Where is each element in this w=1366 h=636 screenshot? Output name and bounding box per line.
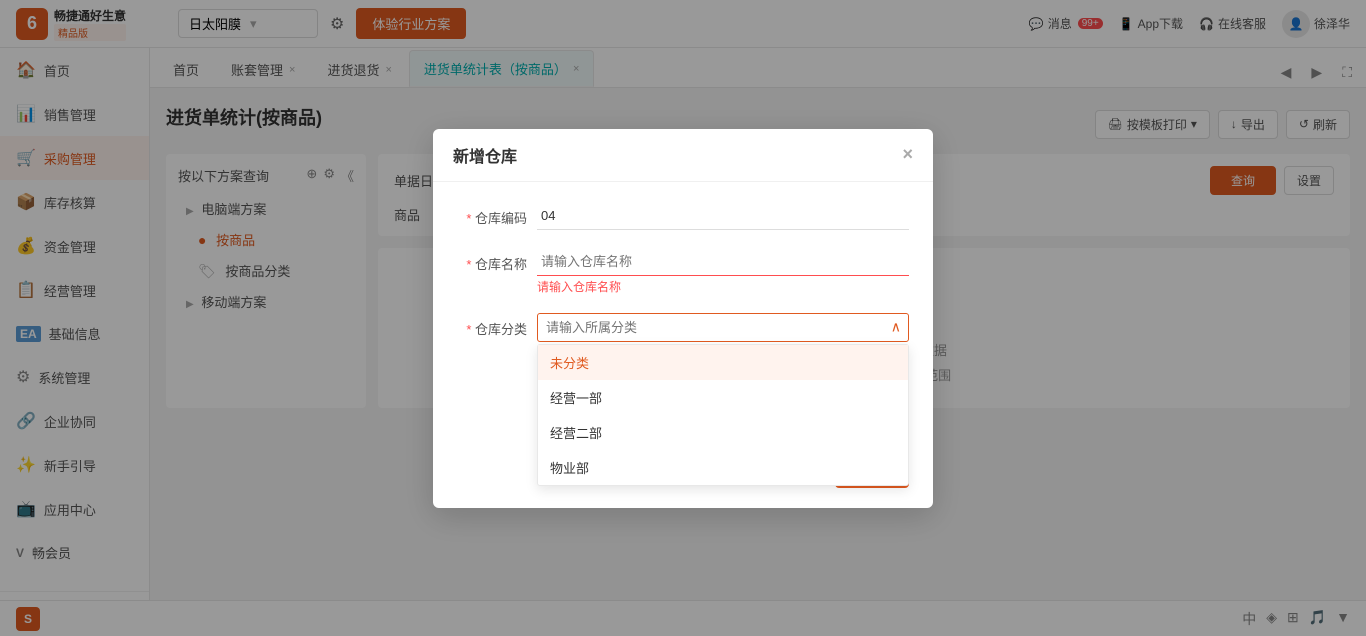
warehouse-name-error: 请输入仓库名称 <box>537 278 909 295</box>
warehouse-code-input[interactable] <box>537 202 909 230</box>
warehouse-code-label: 仓库编码 <box>457 202 537 227</box>
category-dropdown-list: 未分类 经营一部 经营二部 物业部 <box>537 344 909 486</box>
warehouse-category-control: ∧ 未分类 经营一部 经营二部 物业部 <box>537 313 909 342</box>
chevron-up-icon[interactable]: ∧ <box>891 319 901 336</box>
warehouse-name-label: 仓库名称 <box>457 248 537 273</box>
warehouse-name-row: 仓库名称 请输入仓库名称 <box>457 248 909 295</box>
modal-body: 仓库编码 仓库名称 请输入仓库名称 仓库分类 ∧ <box>433 182 933 441</box>
dropdown-item-dept3[interactable]: 物业部 <box>538 450 908 485</box>
dropdown-item-uncategorized[interactable]: 未分类 <box>538 345 908 380</box>
warehouse-name-control: 请输入仓库名称 <box>537 248 909 295</box>
warehouse-name-input[interactable] <box>537 248 909 276</box>
warehouse-code-control <box>537 202 909 230</box>
new-warehouse-modal: 新增仓库 × 仓库编码 仓库名称 请输入仓库名称 仓库分类 <box>433 129 933 508</box>
dropdown-item-dept1[interactable]: 经营一部 <box>538 380 908 415</box>
modal-overlay: 新增仓库 × 仓库编码 仓库名称 请输入仓库名称 仓库分类 <box>0 0 1366 636</box>
dropdown-item-dept2[interactable]: 经营二部 <box>538 415 908 450</box>
warehouse-category-row: 仓库分类 ∧ 未分类 经营一部 经营二部 物业部 <box>457 313 909 342</box>
warehouse-code-row: 仓库编码 <box>457 202 909 230</box>
warehouse-category-input[interactable] <box>537 313 909 342</box>
modal-header: 新增仓库 × <box>433 129 933 182</box>
warehouse-category-label: 仓库分类 <box>457 313 537 338</box>
modal-close-icon[interactable]: × <box>902 144 913 165</box>
modal-title: 新增仓库 <box>453 143 517 167</box>
